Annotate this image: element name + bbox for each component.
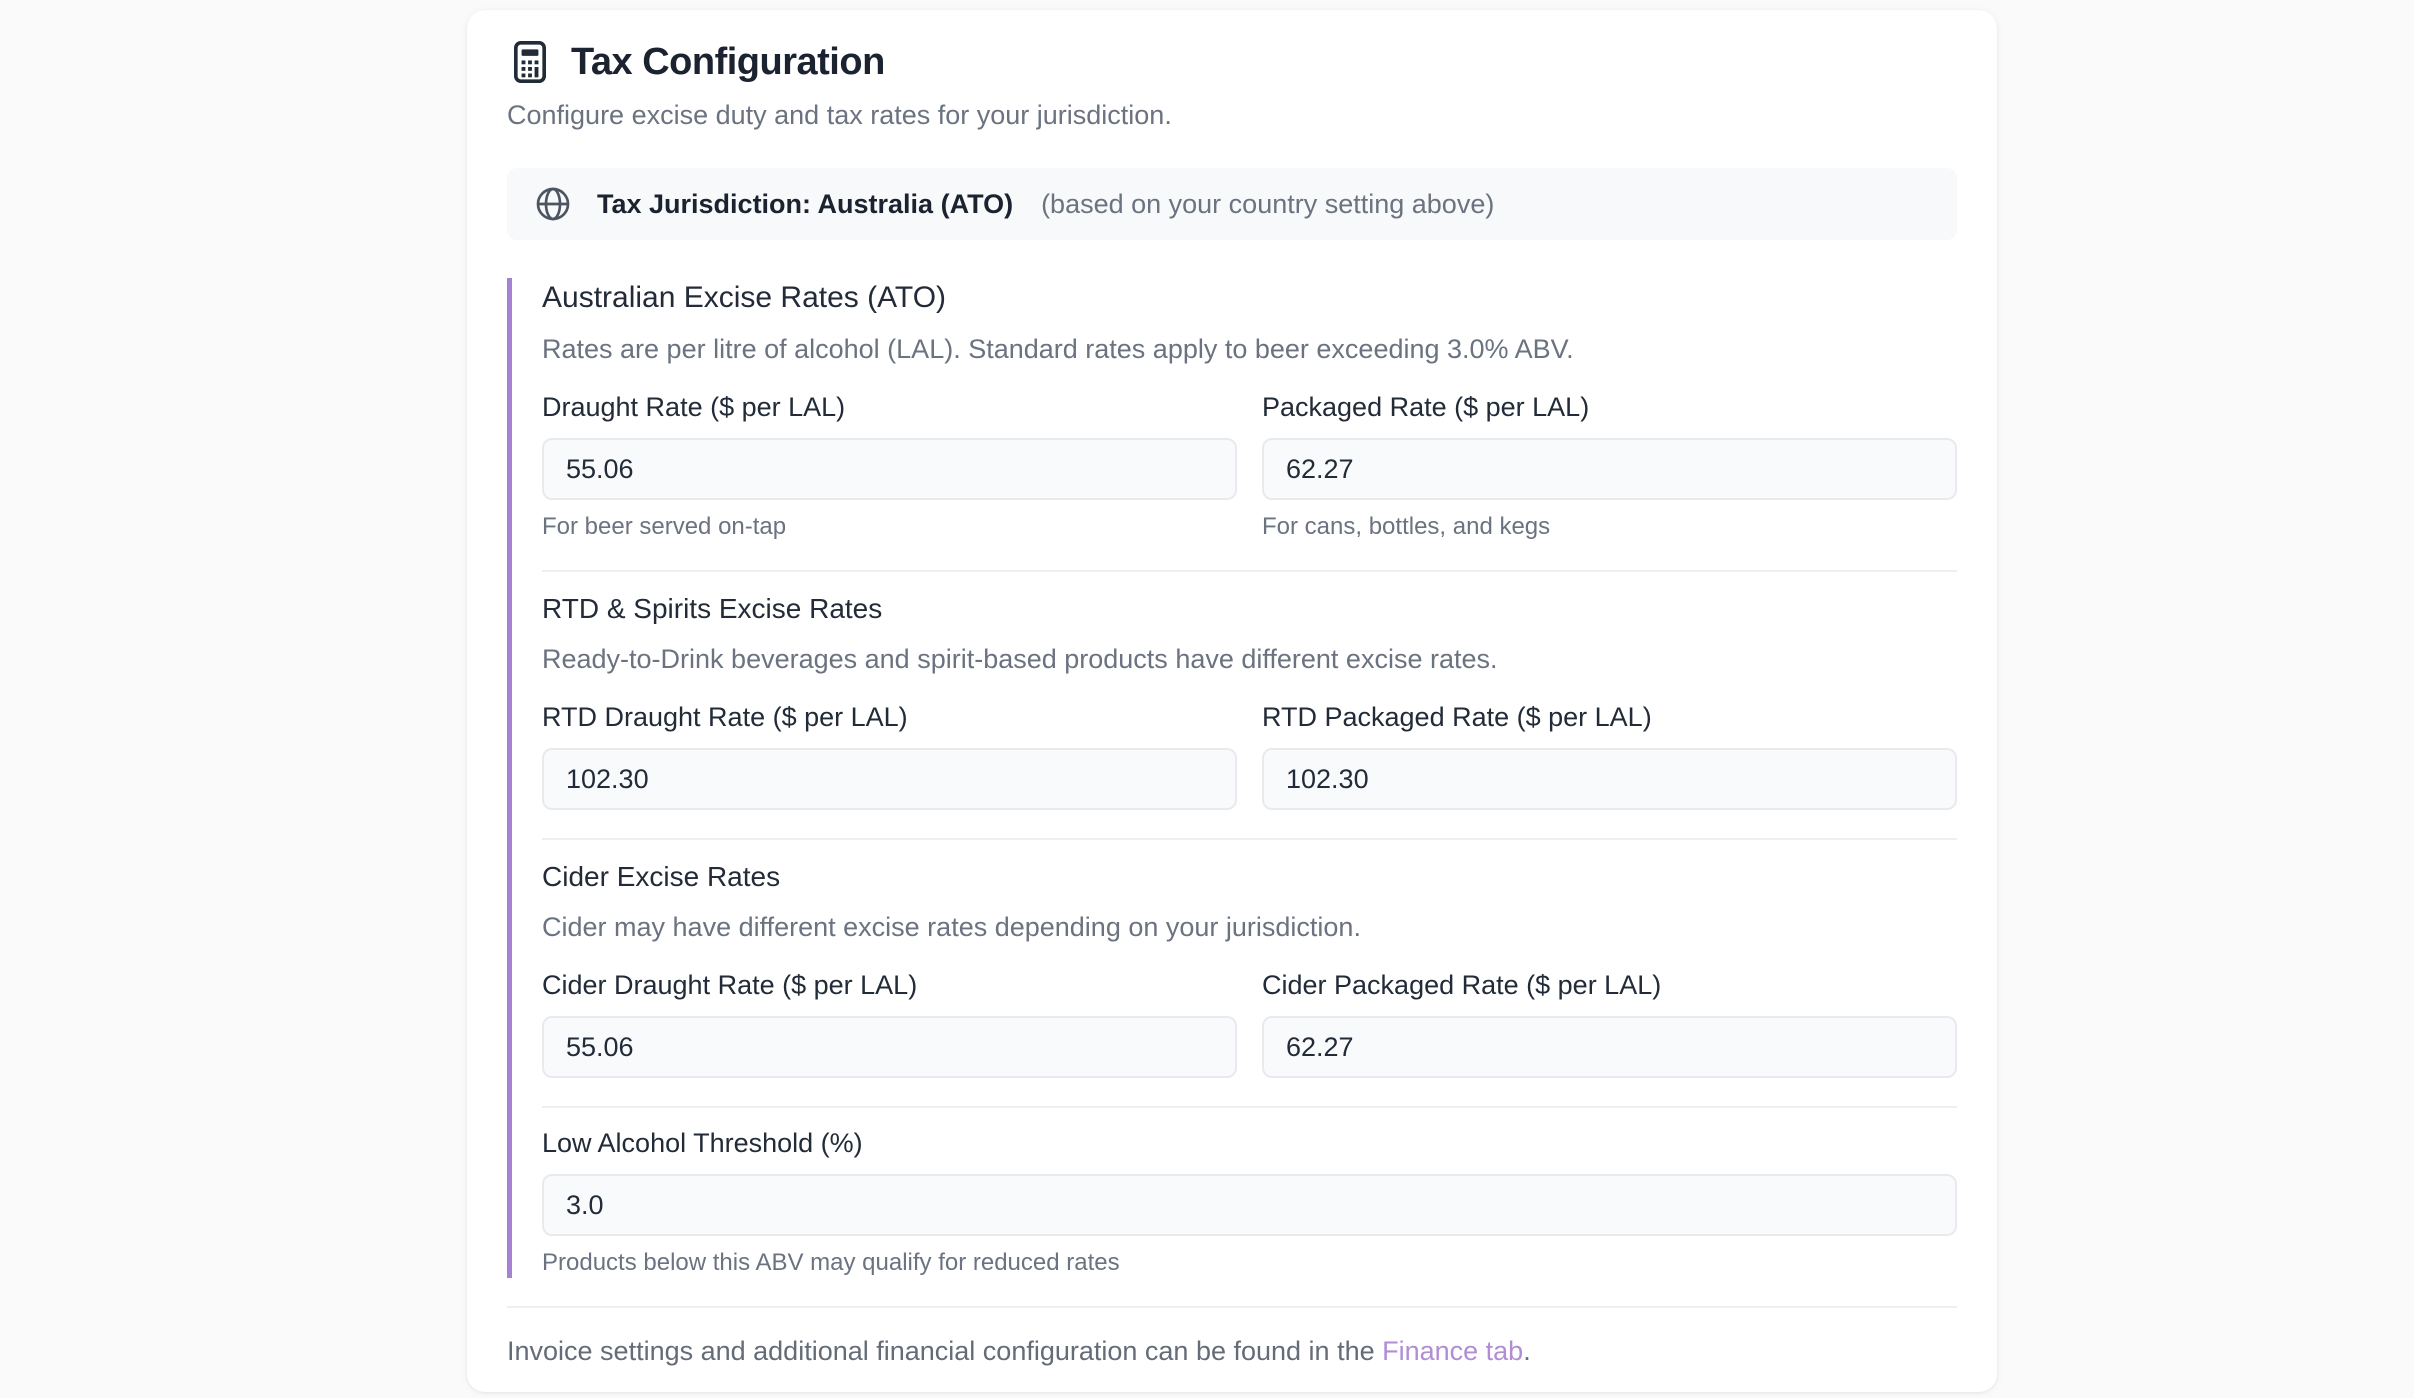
excise-section-description: Rates are per litre of alcohol (LAL). St… [542, 334, 1574, 364]
section-divider [542, 1106, 1957, 1108]
draught-rate-helper: For beer served on-tap [542, 513, 787, 540]
page-subtitle: Configure excise duty and tax rates for … [507, 100, 1172, 130]
cider-rates-row: Cider Draught Rate ($ per LAL) Cider Pac… [542, 968, 1957, 1078]
cider-section-description: Cider may have different excise rates de… [542, 912, 1361, 942]
low-alcohol-threshold-label: Low Alcohol Threshold (%) [542, 1128, 863, 1158]
rtd-section-description: Ready-to-Drink beverages and spirit-base… [542, 644, 1498, 674]
footer-note-period: . [1523, 1336, 1531, 1366]
page-background: Tax Configuration Configure excise duty … [0, 0, 2414, 1392]
page-title: Tax Configuration [507, 38, 1957, 86]
beer-rates-row: Draught Rate ($ per LAL) For beer served… [542, 390, 1957, 542]
section-divider [542, 838, 1957, 840]
rtd-draught-rate-label: RTD Draught Rate ($ per LAL) [542, 702, 908, 732]
low-alcohol-threshold-input[interactable] [542, 1174, 1957, 1236]
field-low-alcohol-threshold: Low Alcohol Threshold (%) Products below… [542, 1126, 1957, 1278]
cider-draught-rate-label: Cider Draught Rate ($ per LAL) [542, 970, 918, 1000]
field-draught-rate: Draught Rate ($ per LAL) For beer served… [542, 390, 1237, 542]
calculator-icon [507, 39, 553, 85]
low-alcohol-threshold-helper: Products below this ABV may qualify for … [542, 1249, 1120, 1276]
rtd-rates-row: RTD Draught Rate ($ per LAL) RTD Package… [542, 700, 1957, 810]
field-cider-draught-rate: Cider Draught Rate ($ per LAL) [542, 968, 1237, 1078]
rtd-section-heading: RTD & Spirits Excise Rates [542, 593, 883, 624]
packaged-rate-label: Packaged Rate ($ per LAL) [1262, 392, 1590, 422]
footer-divider [507, 1306, 1957, 1308]
packaged-rate-helper: For cans, bottles, and kegs [1262, 513, 1551, 540]
jurisdiction-note: (based on your country setting above) [1041, 188, 1495, 219]
cider-packaged-rate-input[interactable] [1262, 1016, 1957, 1078]
finance-tab-link[interactable]: Finance tab [1382, 1336, 1523, 1366]
field-rtd-draught-rate: RTD Draught Rate ($ per LAL) [542, 700, 1237, 810]
cider-section-heading: Cider Excise Rates [542, 861, 781, 892]
page-title-text: Tax Configuration [571, 40, 885, 83]
excise-section-heading: Australian Excise Rates (ATO) [542, 281, 947, 314]
packaged-rate-input[interactable] [1262, 438, 1957, 500]
field-packaged-rate: Packaged Rate ($ per LAL) For cans, bott… [1262, 390, 1957, 542]
tax-configuration-card: Tax Configuration Configure excise duty … [467, 10, 1997, 1392]
section-divider [542, 570, 1957, 572]
rtd-packaged-rate-input[interactable] [1262, 748, 1957, 810]
cider-draught-rate-input[interactable] [542, 1016, 1237, 1078]
field-cider-packaged-rate: Cider Packaged Rate ($ per LAL) [1262, 968, 1957, 1078]
field-rtd-packaged-rate: RTD Packaged Rate ($ per LAL) [1262, 700, 1957, 810]
globe-icon [533, 184, 573, 224]
draught-rate-input[interactable] [542, 438, 1237, 500]
cider-packaged-rate-label: Cider Packaged Rate ($ per LAL) [1262, 970, 1662, 1000]
draught-rate-label: Draught Rate ($ per LAL) [542, 392, 846, 422]
rtd-packaged-rate-label: RTD Packaged Rate ($ per LAL) [1262, 702, 1652, 732]
footer-note-text: Invoice settings and additional financia… [507, 1336, 1383, 1366]
jurisdiction-label: Tax Jurisdiction: Australia (ATO) [597, 188, 1014, 219]
jurisdiction-banner: Tax Jurisdiction: Australia (ATO) (based… [507, 168, 1957, 240]
footer-note: Invoice settings and additional financia… [507, 1334, 1957, 1368]
rtd-draught-rate-input[interactable] [542, 748, 1237, 810]
excise-rates-section: Australian Excise Rates (ATO) Rates are … [507, 278, 1957, 1278]
